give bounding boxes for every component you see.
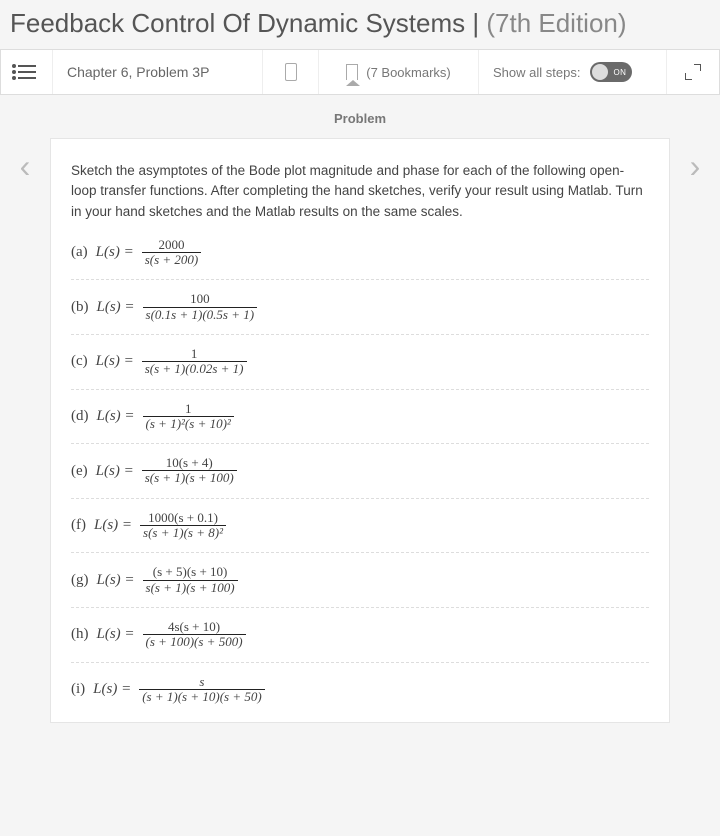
eq-fraction: s (s + 1)(s + 10)(s + 50) (139, 675, 264, 705)
eq-fraction: 4s(s + 10) (s + 100)(s + 500) (143, 620, 246, 650)
eq-label: (i) (71, 678, 85, 701)
eq-num: 2000 (155, 238, 187, 252)
title-edition: (7th Edition) (486, 8, 626, 38)
expand-icon (685, 64, 701, 80)
eq-fraction: 10(s + 4) s(s + 1)(s + 100) (142, 456, 237, 486)
eq-label: (e) (71, 460, 88, 483)
chapter-label: Chapter 6, Problem 3P (53, 50, 263, 94)
eq-num: 100 (187, 292, 213, 306)
toggle-knob (592, 64, 608, 80)
problem-prompt: Sketch the asymptotes of the Bode plot m… (71, 161, 649, 222)
show-steps-toggle[interactable]: ON (590, 62, 632, 82)
eq-lhs: L(s) = (97, 626, 135, 642)
page-title: Feedback Control Of Dynamic Systems | (7… (0, 0, 720, 49)
eq-fraction: 100 s(0.1s + 1)(0.5s + 1) (143, 292, 258, 322)
eq-lhs: L(s) = (94, 517, 132, 533)
eq-num: s (199, 674, 204, 689)
eq-den: s(s + 1)(s + 100) (146, 580, 235, 595)
eq-den: s(s + 1)(s + 100) (145, 470, 234, 485)
equation-c: (c) L(s) = 1 s(s + 1)(0.02s + 1) (71, 335, 649, 390)
show-steps-control: Show all steps: ON (479, 50, 667, 94)
eq-num: (s + 5)(s + 10) (150, 565, 231, 579)
eq-fraction: 1000(s + 0.1) s(s + 1)(s + 8)² (140, 511, 226, 541)
next-button[interactable]: › (670, 138, 720, 185)
prev-button[interactable]: ‹ (0, 138, 50, 185)
toggle-label: ON (613, 68, 626, 77)
problem-card: Sketch the asymptotes of the Bode plot m… (50, 138, 670, 723)
device-button[interactable] (263, 50, 319, 94)
fullscreen-button[interactable] (667, 50, 719, 94)
eq-den: s(s + 200) (145, 252, 199, 267)
eq-label: (f) (71, 514, 86, 537)
toc-button[interactable] (1, 50, 53, 94)
eq-label: (a) (71, 241, 88, 264)
list-icon (18, 65, 36, 79)
eq-lhs: L(s) = (93, 681, 131, 697)
chevron-left-icon: ‹ (20, 148, 31, 184)
eq-fraction: 1 s(s + 1)(0.02s + 1) (142, 347, 247, 377)
content-row: ‹ Sketch the asymptotes of the Bode plot… (0, 138, 720, 723)
eq-num: 4s(s + 10) (165, 620, 223, 634)
eq-label: (h) (71, 623, 89, 646)
toolbar: Chapter 6, Problem 3P (7 Bookmarks) Show… (0, 49, 720, 95)
eq-label: (c) (71, 350, 88, 373)
title-sep: | (465, 8, 486, 38)
bookmark-button[interactable]: (7 Bookmarks) (319, 50, 479, 94)
eq-lhs: L(s) = (97, 572, 135, 588)
eq-num: 1 (188, 347, 201, 361)
eq-den: s(s + 1)(s + 8)² (143, 525, 223, 540)
eq-den: (s + 1)²(s + 10)² (146, 416, 231, 431)
equation-f: (f) L(s) = 1000(s + 0.1) s(s + 1)(s + 8)… (71, 499, 649, 554)
eq-den: (s + 100)(s + 500) (146, 634, 243, 649)
bookmark-count: (7 Bookmarks) (366, 65, 451, 80)
equation-d: (d) L(s) = 1 (s + 1)²(s + 10)² (71, 390, 649, 445)
eq-num: 10(s + 4) (163, 456, 216, 470)
equation-i: (i) L(s) = s (s + 1)(s + 10)(s + 50) (71, 663, 649, 705)
eq-fraction: 2000 s(s + 200) (142, 238, 202, 268)
section-header: Problem (0, 95, 720, 138)
eq-fraction: (s + 5)(s + 10) s(s + 1)(s + 100) (143, 565, 238, 595)
equation-e: (e) L(s) = 10(s + 4) s(s + 1)(s + 100) (71, 444, 649, 499)
eq-fraction: 1 (s + 1)²(s + 10)² (143, 402, 234, 432)
eq-label: (b) (71, 296, 89, 319)
eq-label: (d) (71, 405, 89, 428)
equation-b: (b) L(s) = 100 s(0.1s + 1)(0.5s + 1) (71, 280, 649, 335)
bookmark-icon (346, 64, 358, 80)
eq-label: (g) (71, 569, 89, 592)
eq-num: 1000(s + 0.1) (145, 511, 221, 525)
equation-a: (a) L(s) = 2000 s(s + 200) (71, 234, 649, 281)
equation-h: (h) L(s) = 4s(s + 10) (s + 100)(s + 500) (71, 608, 649, 663)
eq-lhs: L(s) = (97, 408, 135, 424)
eq-den: s(s + 1)(0.02s + 1) (145, 361, 244, 376)
eq-den: s(0.1s + 1)(0.5s + 1) (146, 307, 255, 322)
eq-num: 1 (182, 402, 195, 416)
chevron-right-icon: › (690, 148, 701, 184)
eq-den: (s + 1)(s + 10)(s + 50) (142, 689, 261, 704)
eq-lhs: L(s) = (97, 299, 135, 315)
eq-lhs: L(s) = (96, 353, 134, 369)
title-main: Feedback Control Of Dynamic Systems (10, 8, 465, 38)
device-icon (285, 63, 297, 81)
show-steps-label: Show all steps: (493, 65, 580, 80)
eq-lhs: L(s) = (96, 463, 134, 479)
equation-g: (g) L(s) = (s + 5)(s + 10) s(s + 1)(s + … (71, 553, 649, 608)
eq-lhs: L(s) = (96, 244, 134, 260)
